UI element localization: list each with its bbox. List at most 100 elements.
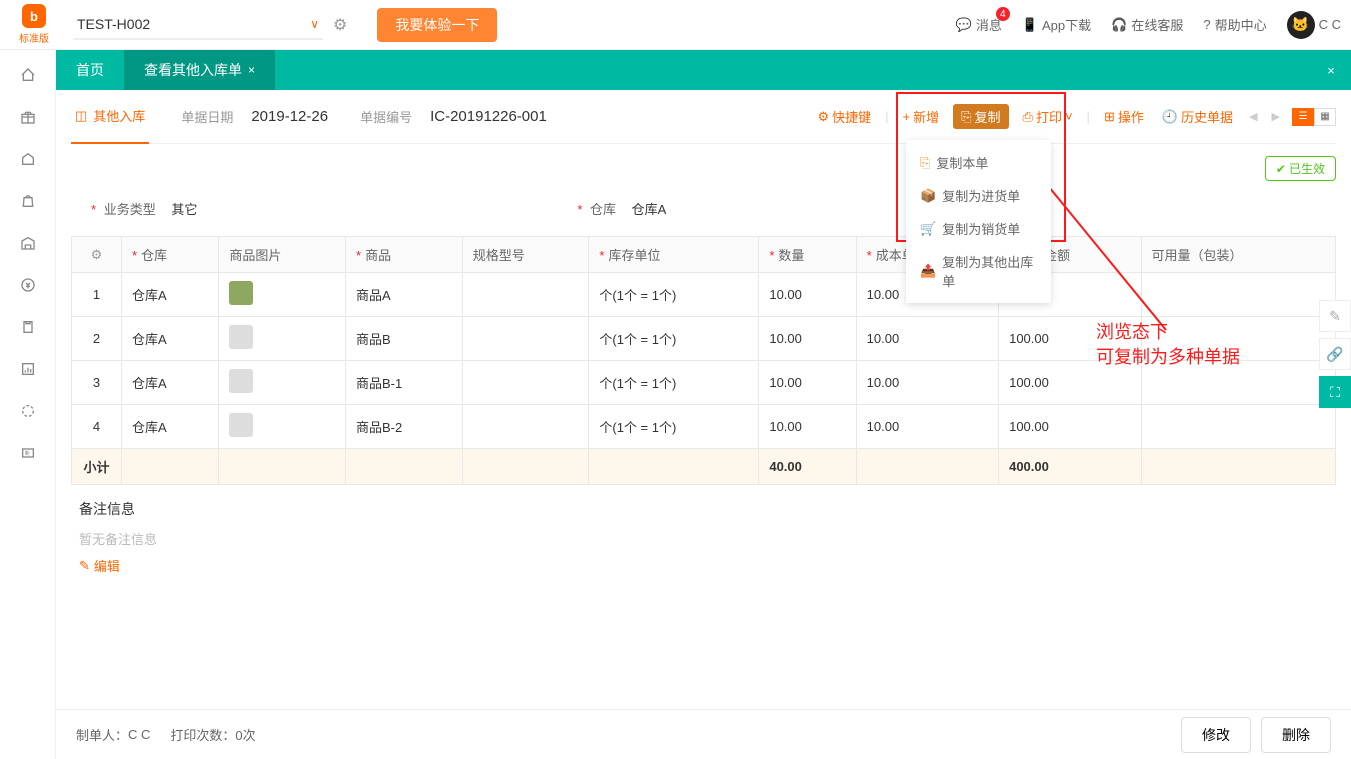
gear-column[interactable]: ⚙: [72, 237, 122, 273]
cell-spec: [462, 361, 589, 405]
cell-price: 10.00: [856, 317, 998, 361]
history-icon: 🕘: [1162, 109, 1178, 125]
cell-spec: [462, 273, 589, 317]
cart-icon: 🛒: [920, 221, 936, 237]
report-icon[interactable]: [18, 359, 38, 379]
subtotal-row: 小计40.00400.00: [72, 449, 1336, 485]
cell-qty: 10.00: [759, 273, 856, 317]
col-pic: 商品图片: [219, 237, 346, 273]
print-count-value: 0次: [235, 725, 255, 744]
copy-other-out-item[interactable]: 📤复制为其他出库单: [906, 245, 1051, 297]
copy-button[interactable]: ⎘复制: [953, 104, 1008, 129]
warehouse-icon[interactable]: [18, 233, 38, 253]
cell-spec: [462, 317, 589, 361]
edit-remark-link[interactable]: ✎编辑: [79, 556, 1328, 575]
history-button[interactable]: 🕘历史单据: [1158, 104, 1237, 129]
row-index: 4: [72, 405, 122, 449]
new-icon[interactable]: 新: [18, 443, 38, 463]
message-badge: 4: [996, 7, 1010, 21]
row-index: 1: [72, 273, 122, 317]
product-image-icon: [229, 281, 253, 305]
cell-warehouse: 仓库A: [122, 273, 219, 317]
close-icon[interactable]: ×: [248, 63, 255, 77]
list-view-icon[interactable]: ☰: [1292, 108, 1314, 126]
no-label: 单据编号: [360, 107, 412, 126]
row-index: 3: [72, 361, 122, 405]
delete-button[interactable]: 删除: [1261, 717, 1331, 753]
bag-icon[interactable]: [18, 191, 38, 211]
col-product: *商品: [346, 237, 463, 273]
cell-avail: [1141, 273, 1335, 317]
store-select[interactable]: TEST-H002 ∨: [73, 10, 323, 40]
gear-icon[interactable]: ⚙: [333, 15, 347, 35]
house-icon[interactable]: [18, 149, 38, 169]
col-unit: *库存单位: [589, 237, 759, 273]
new-button[interactable]: +新增: [899, 104, 944, 129]
ops-button[interactable]: ⊞操作: [1100, 104, 1148, 129]
row-index: 2: [72, 317, 122, 361]
cell-amount: 100.00: [999, 405, 1141, 449]
app-download-link[interactable]: 📱 App下载: [1022, 15, 1091, 34]
cell-pic: [219, 317, 346, 361]
items-table: ⚙ *仓库 商品图片 *商品 规格型号 *库存单位 *数量 *成本单价 *成本金…: [71, 236, 1336, 485]
main: 首页 查看其他入库单 × × ◫ 其他入库 单据日期 2019-12-26 单据…: [56, 50, 1351, 759]
card-view-icon[interactable]: ▦: [1314, 108, 1336, 126]
print-button[interactable]: ⎙打印 ˅: [1019, 104, 1077, 129]
col-warehouse: *仓库: [122, 237, 219, 273]
remark-empty: 暂无备注信息: [79, 529, 1328, 548]
cell-warehouse: 仓库A: [122, 317, 219, 361]
logo-icon: b: [22, 4, 46, 28]
table-row[interactable]: 1仓库A商品A个(1个 = 1个)10.0010.00100.00: [72, 273, 1336, 317]
home-icon[interactable]: [18, 65, 38, 85]
logo-area: b 标准版: [10, 4, 58, 45]
svg-text:新: 新: [24, 449, 30, 457]
table-row[interactable]: 4仓库A商品B-2个(1个 = 1个)10.0010.00100.00: [72, 405, 1336, 449]
copy-purchase-item[interactable]: 📦复制为进货单: [906, 179, 1051, 212]
trial-button[interactable]: 我要体验一下: [377, 8, 497, 42]
cell-product: 商品B-1: [346, 361, 463, 405]
close-all-icon[interactable]: ×: [1311, 50, 1351, 90]
gift-icon[interactable]: [18, 107, 38, 127]
link-tool-icon[interactable]: 🔗: [1319, 338, 1351, 370]
copy-sales-item[interactable]: 🛒复制为销货单: [906, 212, 1051, 245]
loading-icon[interactable]: [18, 401, 38, 421]
next-icon[interactable]: ▶: [1270, 110, 1282, 123]
tab-current[interactable]: 查看其他入库单 ×: [124, 50, 275, 90]
table-row[interactable]: 2仓库A商品B个(1个 = 1个)10.0010.00100.00: [72, 317, 1336, 361]
expand-tool-icon[interactable]: ⛶: [1319, 376, 1351, 408]
date-value: 2019-12-26: [251, 108, 328, 125]
grid-icon: ⊞: [1104, 109, 1115, 125]
cell-pic: [219, 273, 346, 317]
message-icon: 💬: [956, 17, 972, 33]
cell-product: 商品B-2: [346, 405, 463, 449]
chevron-down-icon: ∨: [310, 17, 319, 31]
table-row[interactable]: 3仓库A商品B-1个(1个 = 1个)10.0010.00100.00: [72, 361, 1336, 405]
help-center-link[interactable]: ? 帮助中心: [1203, 15, 1266, 34]
copy-icon: ⎘: [920, 155, 930, 171]
remark-title: 备注信息: [79, 499, 1328, 519]
store-name: TEST-H002: [77, 16, 150, 32]
money-icon[interactable]: [18, 275, 38, 295]
cell-unit: 个(1个 = 1个): [589, 317, 759, 361]
note-tool-icon[interactable]: ✎: [1319, 300, 1351, 332]
maker-value: C C: [128, 727, 150, 742]
print-icon: ⎙: [1023, 109, 1033, 125]
clipboard-icon[interactable]: [18, 317, 38, 337]
prev-icon[interactable]: ◀: [1247, 110, 1259, 123]
cell-product: 商品A: [346, 273, 463, 317]
user-menu[interactable]: 🐱 C C: [1287, 11, 1341, 39]
tab-home[interactable]: 首页: [56, 50, 124, 90]
view-toggle[interactable]: ☰ ▦: [1292, 108, 1336, 126]
cell-spec: [462, 405, 589, 449]
headset-icon: 🎧: [1111, 17, 1127, 33]
modify-button[interactable]: 修改: [1181, 717, 1251, 753]
shortcut-button[interactable]: ⚙快捷键: [813, 104, 875, 129]
col-qty: *数量: [759, 237, 856, 273]
cell-qty: 10.00: [759, 317, 856, 361]
messages-link[interactable]: 💬 消息 4: [956, 15, 1002, 34]
document-icon: ◫: [75, 108, 87, 124]
sidebar: 新: [0, 50, 56, 759]
copy-this-item[interactable]: ⎘复制本单: [906, 146, 1051, 179]
cell-pic: [219, 405, 346, 449]
online-service-link[interactable]: 🎧 在线客服: [1111, 15, 1183, 34]
